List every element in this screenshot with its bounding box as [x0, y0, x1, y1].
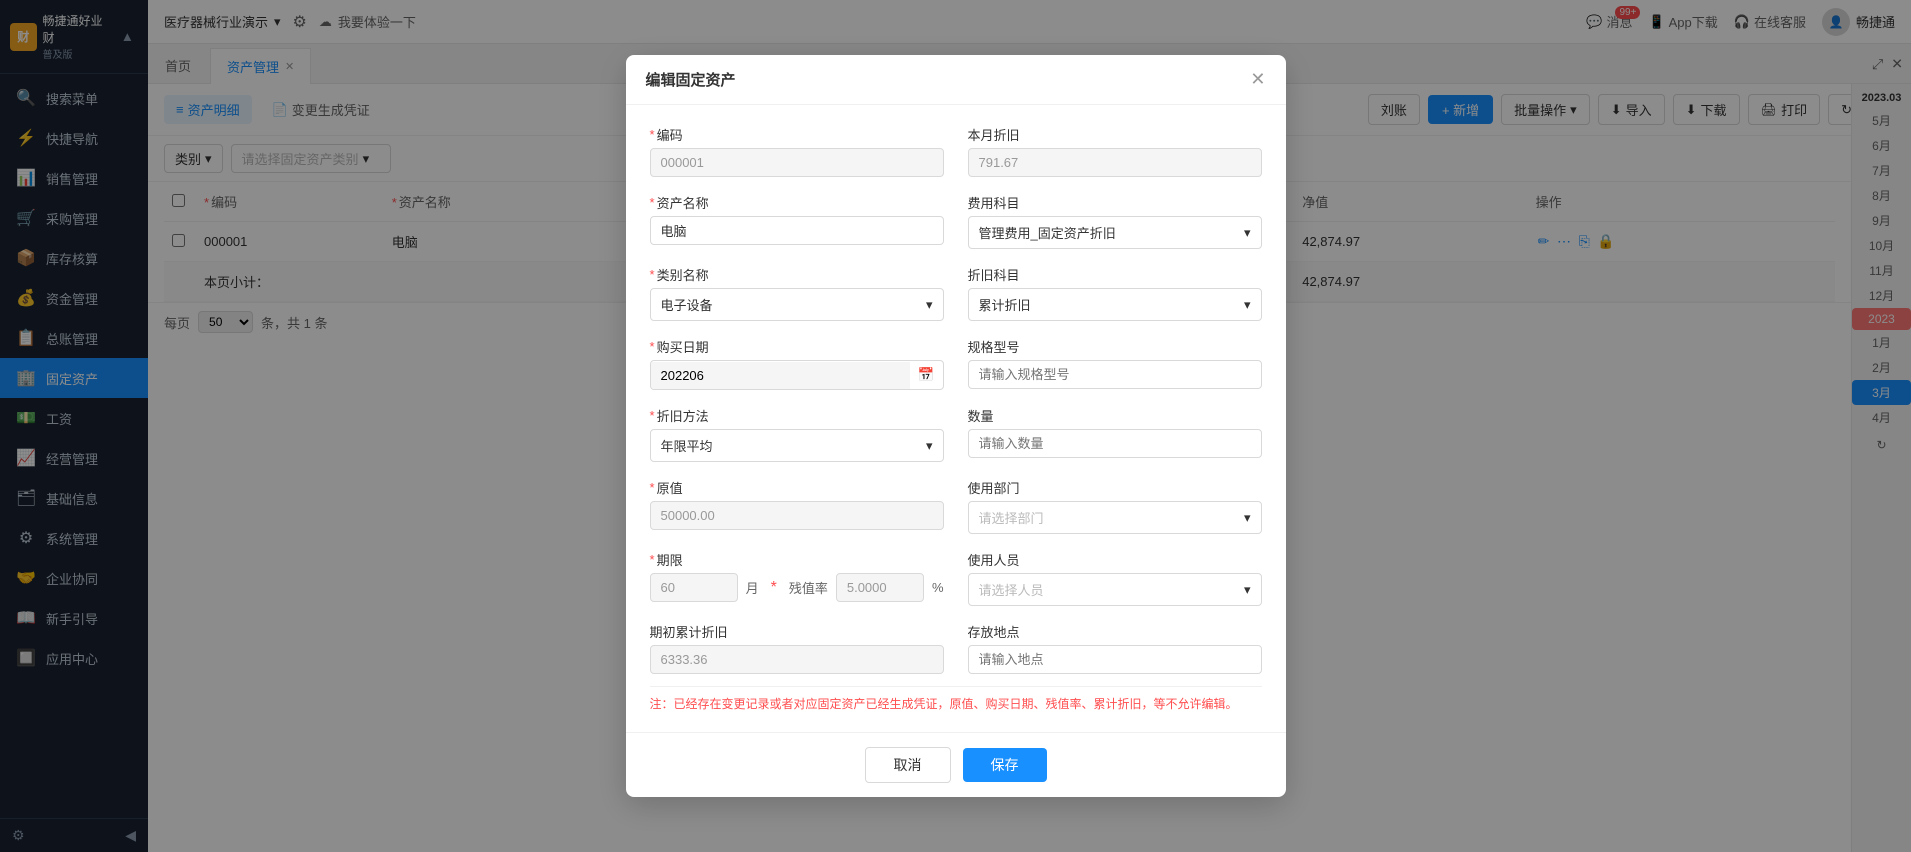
code-input[interactable]	[650, 148, 944, 177]
dep-account-label: 折旧科目	[968, 265, 1262, 284]
initial-accumulated-label: 期初累计折旧	[650, 622, 944, 641]
edit-asset-modal: 编辑固定资产 ✕ * 编码 本月折旧	[626, 55, 1286, 797]
initial-accumulated-input[interactable]	[650, 645, 944, 674]
chevron-down-icon: ▾	[1244, 297, 1251, 313]
quantity-label: 数量	[968, 406, 1262, 425]
modal-body: * 编码 本月折旧 * 资产名称	[626, 105, 1286, 732]
form-grid: * 编码 本月折旧 * 资产名称	[650, 125, 1262, 674]
purchase-date-label: * 购买日期	[650, 337, 944, 356]
field-monthly-dep: 本月折旧	[968, 125, 1262, 177]
modal-footer: 取消 保存	[626, 732, 1286, 797]
name-input[interactable]	[650, 216, 944, 245]
chevron-down-icon: ▾	[1244, 582, 1251, 598]
chevron-down-icon: ▾	[926, 297, 933, 313]
quantity-input[interactable]	[968, 429, 1262, 458]
field-initial-accumulated: 期初累计折旧	[650, 622, 944, 674]
field-location: 存放地点	[968, 622, 1262, 674]
field-department: 使用部门 请选择部门 ▾	[968, 478, 1262, 534]
category-select[interactable]: 电子设备 ▾	[650, 288, 944, 321]
field-code: * 编码	[650, 125, 944, 177]
form-note: 注：已经存在变更记录或者对应固定资产已经生成凭证，原值、购买日期、残值率、累计折…	[650, 686, 1262, 712]
department-label: 使用部门	[968, 478, 1262, 497]
modal-header: 编辑固定资产 ✕	[626, 55, 1286, 105]
modal-overlay: 编辑固定资产 ✕ * 编码 本月折旧	[0, 0, 1911, 852]
field-period-residual: * 期限 月 * 残值率 %	[650, 550, 944, 606]
period-unit: 月	[746, 578, 759, 597]
spec-input[interactable]	[968, 360, 1262, 389]
modal-close-button[interactable]: ✕	[1250, 69, 1265, 90]
dep-method-label: * 折旧方法	[650, 406, 944, 425]
category-label: * 类别名称	[650, 265, 944, 284]
original-value-input[interactable]	[650, 501, 944, 530]
period-residual-inline: 月 * 残值率 %	[650, 573, 944, 602]
field-original-value: * 原值	[650, 478, 944, 534]
department-select[interactable]: 请选择部门 ▾	[968, 501, 1262, 534]
field-spec: 规格型号	[968, 337, 1262, 390]
field-expense-account: 费用科目 管理费用_固定资产折旧 ▾	[968, 193, 1262, 249]
modal-title: 编辑固定资产	[646, 69, 736, 90]
dep-account-select[interactable]: 累计折旧 ▾	[968, 288, 1262, 321]
location-input[interactable]	[968, 645, 1262, 674]
original-value-label: * 原值	[650, 478, 944, 497]
field-quantity: 数量	[968, 406, 1262, 462]
field-dep-method: * 折旧方法 年限平均 ▾	[650, 406, 944, 462]
chevron-down-icon: ▾	[1244, 225, 1251, 241]
purchase-date-input-wrap: 📅	[650, 360, 944, 390]
location-label: 存放地点	[968, 622, 1262, 641]
cancel-button[interactable]: 取消	[865, 747, 951, 783]
user-label: 使用人员	[968, 550, 1262, 569]
user-select[interactable]: 请选择人员 ▾	[968, 573, 1262, 606]
field-name: * 资产名称	[650, 193, 944, 249]
expense-account-label: 费用科目	[968, 193, 1262, 212]
code-label: * 编码	[650, 125, 944, 144]
chevron-down-icon: ▾	[1244, 510, 1251, 526]
name-label: * 资产名称	[650, 193, 944, 212]
purchase-date-input[interactable]	[651, 362, 910, 389]
chevron-down-icon: ▾	[926, 438, 933, 454]
monthly-dep-input[interactable]	[968, 148, 1262, 177]
expense-account-select[interactable]: 管理费用_固定资产折旧 ▾	[968, 216, 1262, 249]
field-category: * 类别名称 电子设备 ▾	[650, 265, 944, 321]
residual-rate-input[interactable]	[836, 573, 924, 602]
period-label: * 期限	[650, 550, 944, 569]
monthly-dep-label: 本月折旧	[968, 125, 1262, 144]
dep-method-select[interactable]: 年限平均 ▾	[650, 429, 944, 462]
field-dep-account: 折旧科目 累计折旧 ▾	[968, 265, 1262, 321]
spec-label: 规格型号	[968, 337, 1262, 356]
calendar-icon[interactable]: 📅	[910, 361, 943, 389]
field-user: 使用人员 请选择人员 ▾	[968, 550, 1262, 606]
save-button[interactable]: 保存	[963, 748, 1047, 782]
period-input[interactable]	[650, 573, 738, 602]
field-purchase-date: * 购买日期 📅	[650, 337, 944, 390]
residual-rate-unit: %	[932, 580, 944, 595]
residual-rate-label: 残值率	[789, 578, 828, 597]
